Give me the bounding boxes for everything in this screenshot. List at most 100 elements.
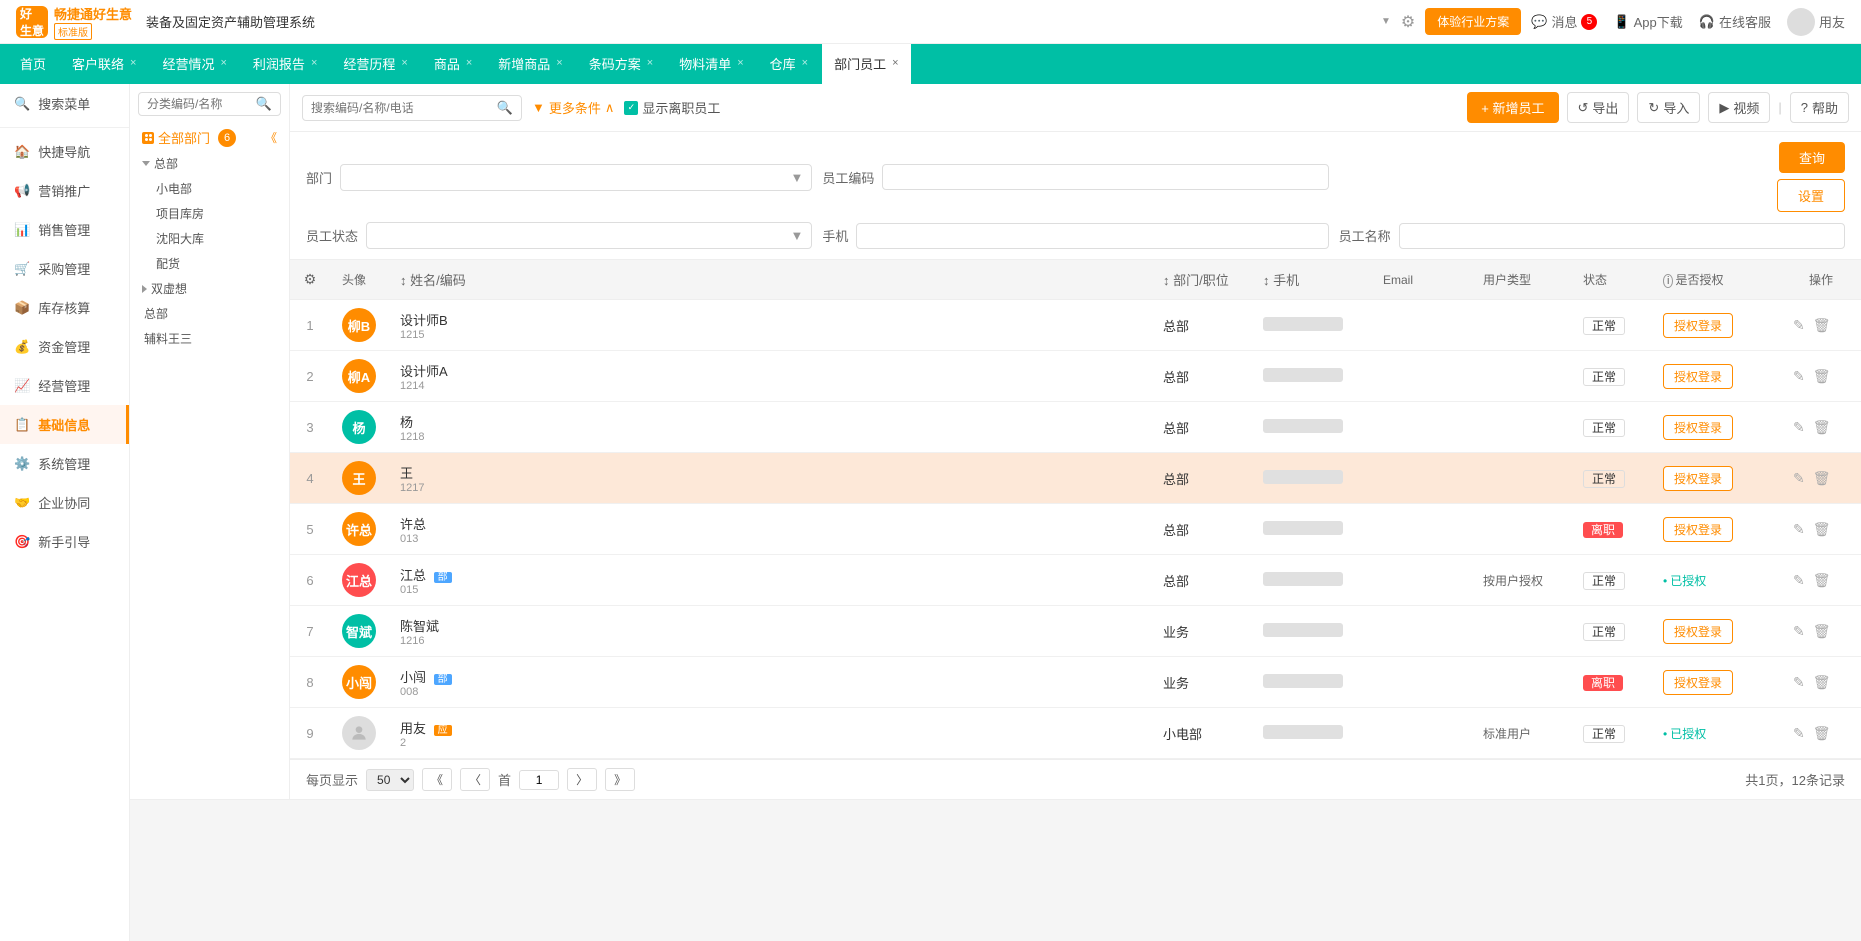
sidebar-item-inventory[interactable]: 📦 库存核算	[0, 288, 129, 327]
show-resigned-checkbox[interactable]: ✓ 显示离职员工	[624, 98, 720, 117]
nav-barcode[interactable]: 条码方案×	[577, 44, 665, 84]
settings-col-icon[interactable]: ⚙	[304, 271, 317, 287]
delete-icon[interactable]: 🗑	[1813, 419, 1831, 436]
edit-icon[interactable]: ✎	[1793, 623, 1805, 640]
delete-icon[interactable]: 🗑	[1813, 317, 1831, 334]
dept-item-shuangxu[interactable]: 双虚想	[138, 276, 281, 301]
query-button[interactable]: 查询	[1779, 142, 1845, 173]
dept-item-shenyang[interactable]: 沈阳大库	[150, 226, 281, 251]
per-page-select[interactable]: 50	[366, 769, 414, 791]
cell-dept: 业务	[1151, 657, 1251, 708]
experience-button[interactable]: 体验行业方案	[1425, 8, 1521, 35]
auth-button[interactable]: 授权登录	[1663, 466, 1733, 491]
dept-group-zongbu-header[interactable]: 总部	[138, 151, 281, 176]
add-employee-button[interactable]: + 新增员工	[1467, 92, 1558, 123]
nav-profit[interactable]: 利润报告×	[241, 44, 329, 84]
sidebar-item-marketing[interactable]: 📢 营销推广	[0, 171, 129, 210]
export-button[interactable]: ↺ 导出	[1567, 92, 1630, 123]
nav-home[interactable]: 首页	[8, 44, 58, 84]
auth-button[interactable]: 授权登录	[1663, 619, 1733, 644]
auth-button[interactable]: 授权登录	[1663, 415, 1733, 440]
sidebar-item-management[interactable]: 📈 经营管理	[0, 366, 129, 405]
nav-operation[interactable]: 经营情况×	[150, 44, 238, 84]
auth-button[interactable]: 授权登录	[1663, 313, 1733, 338]
dept-item-xiaodibu[interactable]: 小电部	[150, 176, 281, 201]
table-row: 5许总许总013总部离职授权登录 ✎ 🗑	[290, 504, 1861, 555]
dept-collapse-btn[interactable]: 《	[265, 129, 277, 146]
emp-code-input[interactable]	[882, 164, 1328, 190]
online-service-button[interactable]: 🎧 在线客服	[1699, 12, 1771, 31]
col-header-name[interactable]: ↕ 姓名/编码	[388, 260, 1151, 300]
sidebar-item-search[interactable]: 🔍 搜索菜单	[0, 84, 129, 123]
auth-button[interactable]: 授权登录	[1663, 364, 1733, 389]
delete-icon[interactable]: 🗑	[1813, 470, 1831, 487]
next-page-button[interactable]: 〉	[567, 768, 597, 791]
auth-button[interactable]: 授权登录	[1663, 670, 1733, 695]
delete-icon[interactable]: 🗑	[1813, 725, 1831, 742]
edit-icon[interactable]: ✎	[1793, 572, 1805, 589]
table-row: 8小闯小闯 部008业务离职授权登录 ✎ 🗑	[290, 657, 1861, 708]
cell-name: 陈智斌1216	[388, 606, 1151, 657]
edit-icon[interactable]: ✎	[1793, 470, 1805, 487]
settings-icon[interactable]: ⚙	[1401, 12, 1415, 32]
emp-name-input[interactable]	[1399, 223, 1845, 249]
nav-history[interactable]: 经营历程×	[331, 44, 419, 84]
divider: |	[1778, 100, 1781, 115]
help-button[interactable]: ? 帮助	[1790, 92, 1849, 123]
edit-icon[interactable]: ✎	[1793, 725, 1805, 742]
delete-icon[interactable]: 🗑	[1813, 521, 1831, 538]
sidebar-item-quicknav[interactable]: 🏠 快捷导航	[0, 132, 129, 171]
edit-icon[interactable]: ✎	[1793, 317, 1805, 334]
sidebar-item-basic[interactable]: 📋 基础信息	[0, 405, 129, 444]
dept-search-input[interactable]	[147, 97, 252, 111]
nav-dept-staff[interactable]: 部门员工×	[822, 44, 910, 84]
cell-phone	[1251, 300, 1371, 351]
phone-input[interactable]	[856, 223, 1328, 249]
message-button[interactable]: 💬 消息 5	[1531, 12, 1597, 31]
video-button[interactable]: ▶ 视频	[1708, 92, 1770, 123]
sidebar-item-guide[interactable]: 🎯 新手引导	[0, 522, 129, 561]
last-page-button[interactable]: 》	[605, 768, 635, 791]
nav-bom[interactable]: 物料清单×	[667, 44, 755, 84]
delete-icon[interactable]: 🗑	[1813, 674, 1831, 691]
col-header-dept[interactable]: ↕ 部门/职位	[1151, 260, 1251, 300]
auth-button[interactable]: 授权登录	[1663, 517, 1733, 542]
checkbox-icon: ✓	[624, 101, 638, 115]
dept-item-fuliaowan[interactable]: 辅料王三	[138, 326, 281, 351]
first-page-button[interactable]: 《	[422, 768, 452, 791]
col-header-phone[interactable]: ↕ 手机	[1251, 260, 1371, 300]
cell-avatar: 小闯	[330, 657, 388, 708]
system-title-arrow[interactable]: ▼	[1381, 16, 1391, 27]
set-button[interactable]: 设置	[1777, 179, 1845, 212]
edit-icon[interactable]: ✎	[1793, 419, 1805, 436]
dept-item-zongbu2[interactable]: 总部	[138, 301, 281, 326]
nav-warehouse[interactable]: 仓库×	[758, 44, 820, 84]
nav-customer[interactable]: 客户联络×	[60, 44, 148, 84]
edit-icon[interactable]: ✎	[1793, 521, 1805, 538]
sidebar-item-system[interactable]: ⚙️ 系统管理	[0, 444, 129, 483]
delete-icon[interactable]: 🗑	[1813, 368, 1831, 385]
nav-goods[interactable]: 商品×	[422, 44, 484, 84]
edit-icon[interactable]: ✎	[1793, 674, 1805, 691]
dept-item-project[interactable]: 项目库房	[150, 201, 281, 226]
dept-all-header[interactable]: 全部部门 6 《	[138, 124, 281, 151]
sidebar-item-collab[interactable]: 🤝 企业协同	[0, 483, 129, 522]
dept-select[interactable]: ▼	[340, 164, 812, 191]
nav-add-goods[interactable]: 新增商品×	[486, 44, 574, 84]
filter-more-button[interactable]: ▼ 更多条件 ∧	[532, 98, 614, 117]
emp-status-select[interactable]: ▼	[366, 222, 812, 249]
sidebar-item-sales[interactable]: 📊 销售管理	[0, 210, 129, 249]
prev-page-button[interactable]: 〈	[460, 768, 490, 791]
delete-icon[interactable]: 🗑	[1813, 572, 1831, 589]
app-download-button[interactable]: 📱 App下载	[1613, 12, 1682, 31]
import-button[interactable]: ↻ 导入	[1637, 92, 1700, 123]
search-icon: 🔍	[497, 100, 513, 116]
delete-icon[interactable]: 🗑	[1813, 623, 1831, 640]
sidebar-item-purchase[interactable]: 🛒 采购管理	[0, 249, 129, 288]
user-area[interactable]: 用友	[1787, 8, 1845, 36]
search-input[interactable]	[311, 101, 493, 115]
page-number-input[interactable]	[519, 770, 559, 790]
dept-item-peihuo[interactable]: 配货	[150, 251, 281, 276]
sidebar-item-finance[interactable]: 💰 资金管理	[0, 327, 129, 366]
edit-icon[interactable]: ✎	[1793, 368, 1805, 385]
